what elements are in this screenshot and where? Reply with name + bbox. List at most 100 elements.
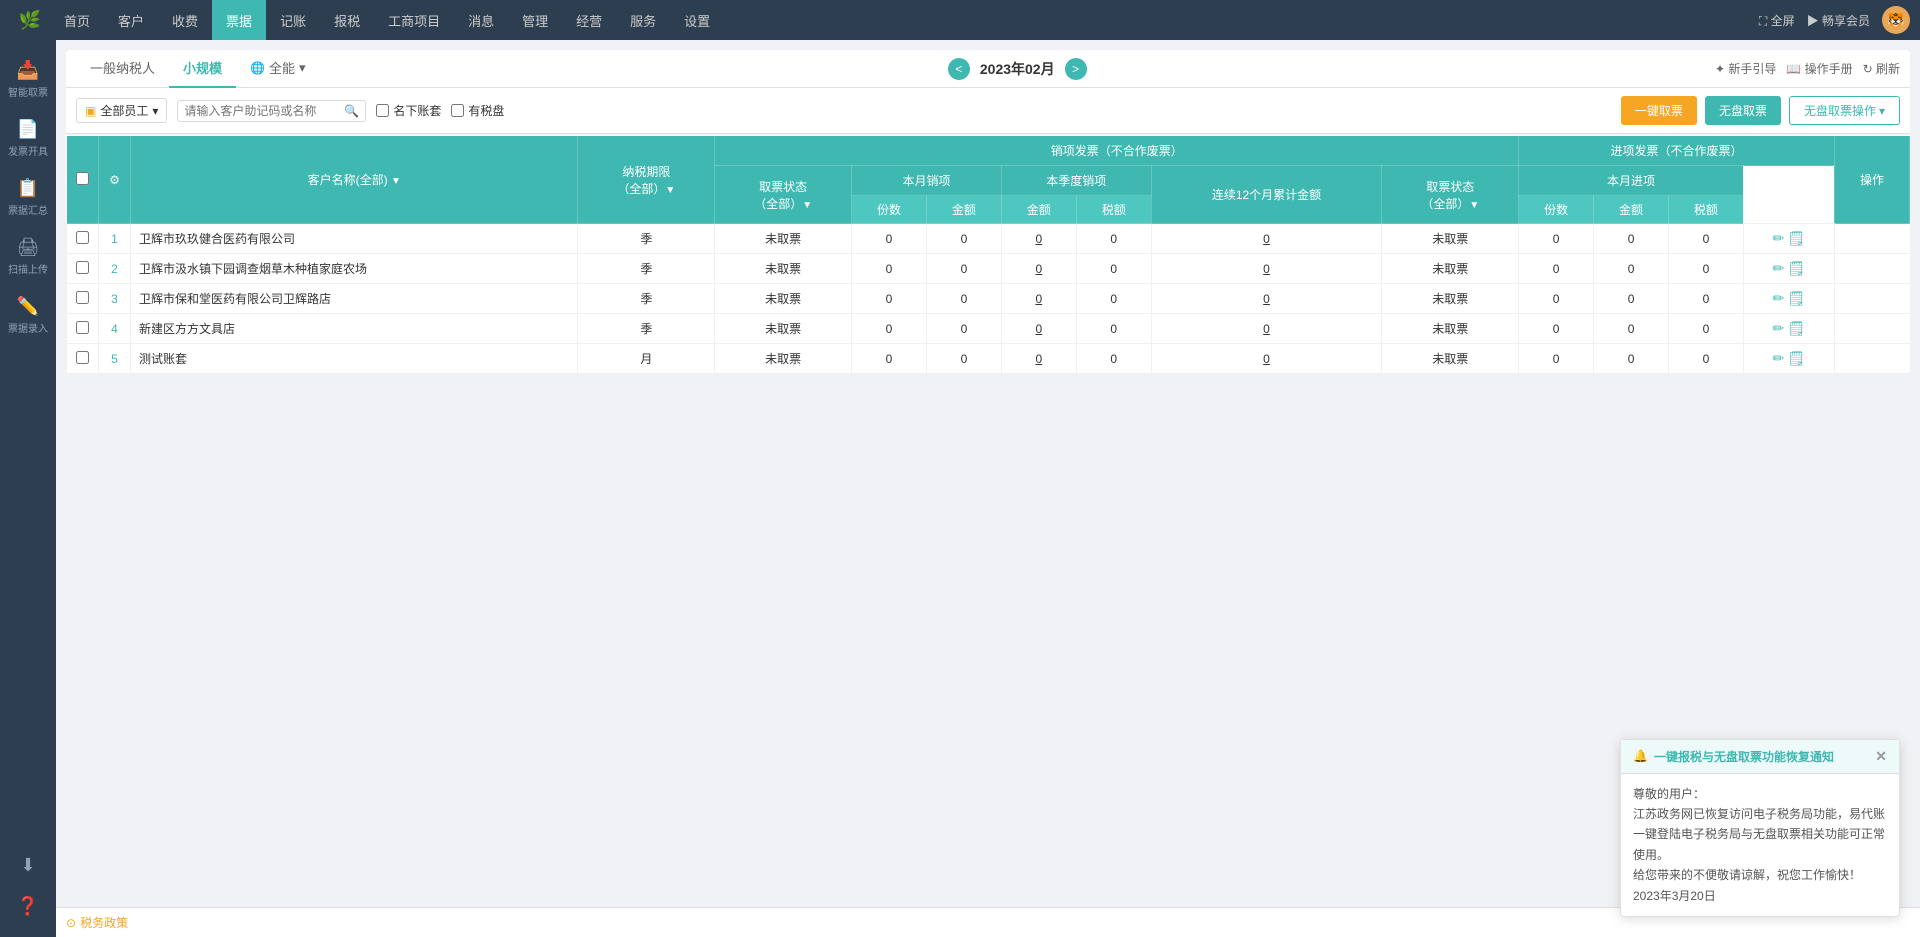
- my-account-checkbox[interactable]: [376, 104, 389, 117]
- nav-invoice[interactable]: 票据: [212, 0, 266, 40]
- sidebar-item-download[interactable]: ⬇: [17, 845, 39, 886]
- row-purch-status: 未取票: [1382, 284, 1519, 314]
- no-disk-op-btn[interactable]: 无盘取票操作 ▾: [1789, 96, 1900, 125]
- col-sales-month: 本月销项: [852, 166, 1002, 196]
- col-sq-amount: 金额: [1001, 196, 1076, 224]
- period-next-btn[interactable]: >: [1065, 58, 1087, 80]
- nav-message[interactable]: 消息: [454, 0, 508, 40]
- row-sq-amount: 0: [1001, 314, 1076, 344]
- nav-right: ⛶ 全屏 ▶ 畅享会员 🐯: [1759, 6, 1910, 34]
- view-icon[interactable]: 🗒: [1788, 230, 1806, 246]
- select-all-checkbox[interactable]: [76, 172, 89, 185]
- sidebar-item-help[interactable]: ❓: [17, 886, 39, 927]
- search-icon[interactable]: 🔍: [344, 104, 359, 118]
- row-num: 3: [99, 284, 131, 314]
- row-sm-count: 0: [852, 254, 927, 284]
- view-icon[interactable]: 🗒: [1788, 290, 1806, 306]
- edit-icon[interactable]: ✏: [1772, 350, 1784, 366]
- row-sales-status: 未取票: [715, 254, 852, 284]
- notification-line: 尊敬的用户：: [1633, 784, 1887, 804]
- no-disk-op-label: 无盘取票操作: [1804, 102, 1876, 119]
- one-key-btn[interactable]: 一键取票: [1621, 96, 1697, 125]
- tax-policy-link[interactable]: 税务政策: [80, 914, 128, 931]
- top-nav: 🌿 首页 客户 收费 票据 记账 报税 工商项目 消息 管理 经营 服务 设置 …: [0, 0, 1920, 40]
- sidebar-item-smart-ticket[interactable]: 📥 智能取票: [0, 50, 56, 109]
- tab-small-scale[interactable]: 小规模: [169, 50, 236, 88]
- nav-client[interactable]: 客户: [104, 0, 158, 40]
- tab-general-taxpayer[interactable]: 一般纳税人: [76, 50, 169, 88]
- col-sales-status: 取票状态（全部）▼: [715, 166, 852, 224]
- sidebar-item-invoice-open[interactable]: 📄 发票开具: [0, 109, 56, 168]
- row-actions: ✏ 🗒: [1743, 224, 1834, 254]
- no-disk-op-arrow: ▾: [1879, 104, 1885, 118]
- member-btn[interactable]: ▶ 畅享会员: [1807, 12, 1870, 29]
- period-nav: < 2023年02月 >: [948, 58, 1087, 80]
- row-num: 5: [99, 344, 131, 374]
- tax-disk-filter[interactable]: 有税盘: [451, 102, 504, 119]
- refresh-link[interactable]: ↻ 刷新: [1863, 60, 1900, 77]
- nav-manage[interactable]: 管理: [508, 0, 562, 40]
- search-input[interactable]: [184, 104, 344, 118]
- period-display: 2023年02月: [980, 59, 1055, 79]
- globe-icon: 🌐: [250, 61, 265, 75]
- row-checkbox[interactable]: [76, 231, 89, 244]
- nav-service[interactable]: 服务: [616, 0, 670, 40]
- period-prev-btn[interactable]: <: [948, 58, 970, 80]
- sidebar-item-invoice-entry[interactable]: ✏️ 票据录入: [0, 286, 56, 345]
- col-purchase-month: 本月进项: [1519, 166, 1744, 196]
- invoice-summary-icon: 📋: [17, 178, 39, 199]
- row-period: 季: [578, 254, 715, 284]
- notification-icon: 🔔: [1633, 749, 1648, 763]
- row-checkbox[interactable]: [76, 261, 89, 274]
- no-disk-btn[interactable]: 无盘取票: [1705, 96, 1781, 125]
- avatar[interactable]: 🐯: [1882, 6, 1910, 34]
- nav-tax[interactable]: 报税: [320, 0, 374, 40]
- row-actions: ✏ 🗒: [1743, 254, 1834, 284]
- row-checkbox[interactable]: [76, 351, 89, 364]
- manual-link[interactable]: 📖 操作手册: [1786, 60, 1852, 77]
- nav-settings[interactable]: 设置: [670, 0, 724, 40]
- edit-icon[interactable]: ✏: [1772, 290, 1784, 306]
- nav-bookkeeping[interactable]: 记账: [266, 0, 320, 40]
- row-checkbox[interactable]: [76, 321, 89, 334]
- sidebar-label-invoice-summary: 票据汇总: [8, 202, 48, 217]
- row-sm-amount: 0: [926, 314, 1001, 344]
- row-checkbox[interactable]: [76, 291, 89, 304]
- edit-icon[interactable]: ✏: [1772, 260, 1784, 276]
- my-account-filter[interactable]: 名下账套: [376, 102, 441, 119]
- view-icon[interactable]: 🗒: [1788, 260, 1806, 276]
- view-icon[interactable]: 🗒: [1788, 320, 1806, 336]
- edit-icon[interactable]: ✏: [1772, 230, 1784, 246]
- edit-icon[interactable]: ✏: [1772, 320, 1784, 336]
- nav-fee[interactable]: 收费: [158, 0, 212, 40]
- nav-operation[interactable]: 经营: [562, 0, 616, 40]
- view-icon[interactable]: 🗒: [1788, 350, 1806, 366]
- nav-business[interactable]: 工商项目: [374, 0, 454, 40]
- sidebar-item-scan-upload[interactable]: 🖨 扫描上传: [0, 227, 56, 286]
- new-guide-link[interactable]: ✦ 新手引导: [1715, 60, 1776, 77]
- col-sales-quarter: 本季度销项: [1001, 166, 1151, 196]
- employee-filter-icon: ▣: [85, 104, 96, 118]
- notification-close-btn[interactable]: ✕: [1875, 748, 1887, 765]
- row-pm-amount: 0: [1594, 344, 1669, 374]
- row-purch-status: 未取票: [1382, 254, 1519, 284]
- row-pm-amount: 0: [1594, 314, 1669, 344]
- notification-scroll[interactable]: 尊敬的用户：江苏政务网已恢复访问电子税务局功能，易代账一键登陆电子税务局与无盘取…: [1621, 774, 1899, 916]
- row-purch-status: 未取票: [1382, 344, 1519, 374]
- row-sm-amount: 0: [926, 254, 1001, 284]
- header-purchase: 进项发票（不合作废票）: [1519, 136, 1835, 166]
- tab-all[interactable]: 🌐 全能 ▾: [236, 50, 320, 88]
- fullscreen-btn[interactable]: ⛶ 全屏: [1759, 12, 1795, 29]
- tax-disk-checkbox[interactable]: [451, 104, 464, 117]
- settings-icon[interactable]: ⚙: [109, 173, 120, 187]
- nav-home[interactable]: 首页: [50, 0, 104, 40]
- sidebar-item-invoice-summary[interactable]: 📋 票据汇总: [0, 168, 56, 227]
- invoice-entry-icon: ✏️: [17, 296, 39, 317]
- table-row: 3 卫辉市保和堂医药有限公司卫辉路店 季 未取票 0 0 0 0 0 未取票 0…: [67, 284, 1910, 314]
- row-sm-amount: 0: [926, 224, 1001, 254]
- notification-line: 2023年3月20日: [1633, 886, 1887, 906]
- row-sq-amount: 0: [1001, 284, 1076, 314]
- row-actions: ✏ 🗒: [1743, 284, 1834, 314]
- tab-small-scale-label: 小规模: [183, 58, 222, 77]
- employee-filter[interactable]: ▣ 全部员工 ▾: [76, 98, 167, 123]
